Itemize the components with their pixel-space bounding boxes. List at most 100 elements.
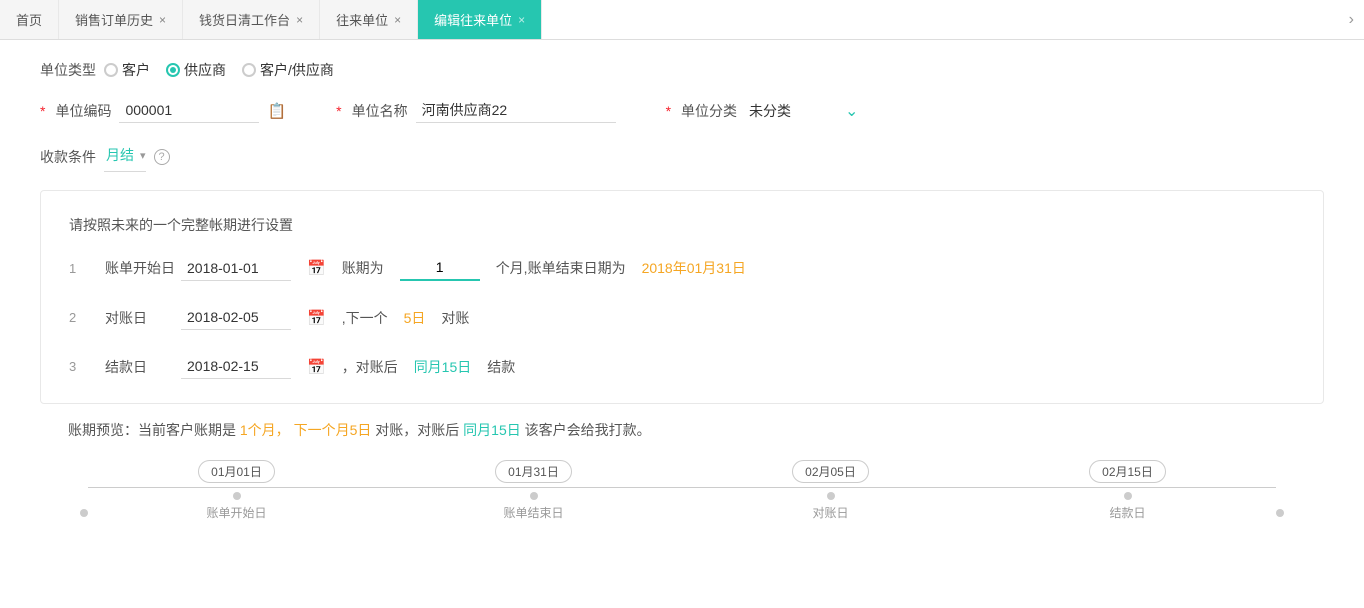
row2-highlight: 5日 [404,308,426,328]
unit-name-label: 单位名称 [352,101,408,121]
name-required: * [336,103,341,119]
payment-date-calendar-icon[interactable]: 📅 [307,358,326,376]
payment-terms-row: 收款条件 月结 ▾ ? [40,141,1324,172]
row-label-2: 对账日 [105,308,165,328]
close-cash-workbench-icon[interactable]: × [296,13,303,27]
tl-node-4: 02月15日 [1089,460,1166,483]
tl-node-1: 01月01日 [198,460,275,483]
tl-line-1 [88,487,385,488]
setting-row-2: 2 对账日 📅 ,下一个 5日 对账 [69,305,1295,330]
tab-edit-partner[interactable]: 编辑往来单位 × [418,0,542,39]
tl-label-1: 账单开始日 [206,504,266,521]
unit-name-input[interactable] [416,98,616,123]
tab-cash-workbench[interactable]: 钱货日清工作台 × [183,0,320,39]
row3-suffix-post: 结款 [487,357,515,377]
tl-badge-3: 02月05日 [792,460,869,483]
setting-row-3: 3 结款日 📅 ，对账后 同月15日 结款 [69,354,1295,379]
payment-terms-label: 收款条件 [40,147,96,167]
tl-node-4-wrap: 02月15日 结款日 [979,460,1276,521]
row-num-2: 2 [69,310,89,325]
row-label-1: 账单开始日 [105,258,165,278]
tl-node-2-wrap: 01月31日 账单结束日 [385,460,682,521]
timeline-row: 01月01日 账单开始日 01月31日 账单结束日 02月05日 [80,460,1284,521]
preview-part2: 下一个月5日 [294,422,372,438]
unit-code-copy-icon[interactable]: 📋 [267,102,286,120]
radio-supplier-circle [166,63,180,77]
tab-home-label: 首页 [16,10,42,29]
tl-label-3: 对账日 [812,504,848,521]
unit-category-value: 未分类 [749,101,829,121]
unit-category-label: 单位分类 [681,101,737,121]
reconcile-date-input[interactable] [181,305,291,330]
tl-dot-1 [233,492,241,500]
close-sales-history-icon[interactable]: × [159,13,166,27]
unit-code-input[interactable] [119,98,259,123]
tab-home[interactable]: 首页 [0,0,59,39]
period-input[interactable] [400,255,480,281]
tab-sales-history[interactable]: 销售订单历史 × [59,0,183,39]
row2-suffix-pre: ,下一个 [342,308,388,328]
payment-chevron-icon: ▾ [140,149,146,162]
tl-dot-4 [1124,492,1132,500]
timeline-section: 01月01日 账单开始日 01月31日 账单结束日 02月05日 [40,460,1324,521]
tab-partner-units-label: 往来单位 [336,10,388,29]
preview-part3: 同月15日 [463,422,521,438]
reconcile-date-calendar-icon[interactable]: 📅 [307,309,326,327]
tl-node-1-wrap: 01月01日 账单开始日 [88,460,385,521]
tl-line-2 [385,487,682,488]
close-partner-units-icon[interactable]: × [394,13,401,27]
radio-supplier[interactable]: 供应商 [166,60,226,80]
radio-customer-label: 客户 [122,60,150,80]
tl-dot-3 [827,492,835,500]
radio-both-circle [242,63,256,77]
payment-date-input[interactable] [181,354,291,379]
settings-card: 请按照未来的一个完整帐期进行设置 1 账单开始日 📅 账期为 个月,账单结束日期… [40,190,1324,404]
tl-end-dot-wrap [1276,487,1284,521]
tab-edit-partner-label: 编辑往来单位 [434,10,512,29]
radio-both[interactable]: 客户/供应商 [242,60,334,80]
tl-badge-1: 01月01日 [198,460,275,483]
main-content: 单位类型 客户 供应商 客户/供应商 [0,40,1364,608]
radio-both-label: 客户/供应商 [260,60,334,80]
radio-supplier-label: 供应商 [184,60,226,80]
tab-bar: 首页 销售订单历史 × 钱货日清工作台 × 往来单位 × 编辑往来单位 × › [0,0,1364,40]
close-edit-partner-icon[interactable]: × [518,13,525,27]
unit-category-field: * 单位分类 未分类 ⌄ [666,101,859,121]
tl-node-3: 02月05日 [792,460,869,483]
row-num-1: 1 [69,261,89,276]
category-dropdown-icon[interactable]: ⌄ [845,101,858,121]
radio-group: 客户 供应商 客户/供应商 [104,60,334,80]
tl-badge-4: 02月15日 [1089,460,1166,483]
tab-partner-units[interactable]: 往来单位 × [320,0,418,39]
preview-mid: 对账，对账后 [375,422,459,438]
preview-end: 该客户会给我打款。 [525,422,651,438]
tab-arrow[interactable]: › [1339,0,1364,39]
payment-terms-field: 收款条件 月结 ▾ ? [40,141,170,172]
tl-node-2: 01月31日 [495,460,572,483]
code-required: * [40,103,45,119]
tl-badge-2: 01月31日 [495,460,572,483]
radio-customer[interactable]: 客户 [104,60,150,80]
payment-terms-select-wrap[interactable]: 月结 ▾ [104,141,146,172]
preview-label: 账期预览：当前客户账期是 [68,422,236,438]
code-name-row: * 单位编码 📋 * 单位名称 * 单位分类 未分类 ⌄ [40,98,1324,123]
end-date-highlight: 2018年01月31日 [642,258,746,278]
tab-sales-history-label: 销售订单历史 [75,10,153,29]
row1-suffix-pre: 账期为 [342,258,384,278]
radio-supplier-dot [170,67,176,73]
tl-label-2: 账单结束日 [503,504,563,521]
preview-section: 账期预览：当前客户账期是 1个月， 下一个月5日 对账，对账后 同月15日 该客… [40,420,1324,440]
start-date-input[interactable] [181,256,291,281]
unit-name-field: * 单位名称 [336,98,615,123]
row1-suffix-post: 个月,账单结束日期为 [496,258,626,278]
row-num-3: 3 [69,359,89,374]
unit-type-row: 单位类型 客户 供应商 客户/供应商 [40,60,1324,80]
tl-node-3-wrap: 02月05日 对账日 [682,460,979,521]
row3-suffix-pre: ，对账后 [342,357,398,377]
radio-customer-circle [104,63,118,77]
card-hint: 请按照未来的一个完整帐期进行设置 [69,215,1295,235]
tl-start-dot-wrap [80,509,88,521]
tl-line-3 [682,487,979,488]
start-date-calendar-icon[interactable]: 📅 [307,259,326,277]
payment-help-icon[interactable]: ? [154,149,170,165]
